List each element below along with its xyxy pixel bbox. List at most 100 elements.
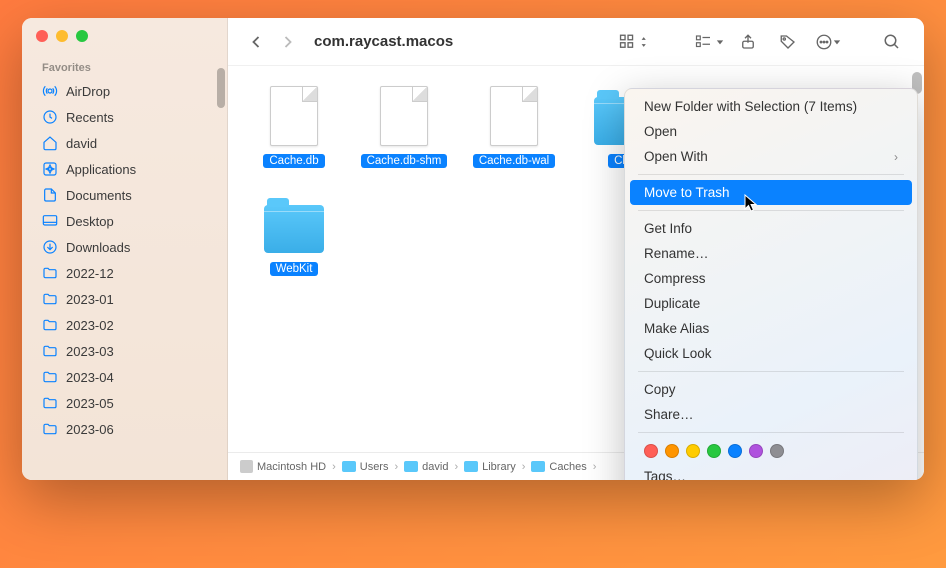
tag-color-dot[interactable]	[728, 444, 742, 458]
doc-icon	[42, 187, 58, 203]
sidebar-item-2023-05[interactable]: 2023-05	[22, 390, 227, 416]
file-item[interactable]: Cache.db	[250, 82, 338, 168]
menu-separator	[638, 432, 904, 433]
folder-icon	[264, 205, 324, 253]
menu-item-open[interactable]: Open	[630, 119, 912, 144]
menu-separator	[638, 371, 904, 372]
path-crumb[interactable]: Macintosh HD	[240, 460, 326, 473]
document-icon	[270, 86, 318, 146]
document-icon	[380, 86, 428, 146]
menu-item-make-alias[interactable]: Make Alias	[630, 316, 912, 341]
home-icon	[42, 135, 58, 151]
menu-item-label: Open With	[644, 149, 708, 164]
menu-item-label: Compress	[644, 271, 706, 286]
airdrop-icon	[42, 83, 58, 99]
sidebar-item-label: Desktop	[66, 214, 114, 229]
sidebar-item-2022-12[interactable]: 2022-12	[22, 260, 227, 286]
context-menu: New Folder with Selection (7 Items) Open O…	[624, 88, 918, 480]
sidebar-item-label: AirDrop	[66, 84, 110, 99]
tag-color-dot[interactable]	[665, 444, 679, 458]
sidebar-item-2023-02[interactable]: 2023-02	[22, 312, 227, 338]
folder-icon	[42, 421, 58, 437]
sidebar-item-2023-03[interactable]: 2023-03	[22, 338, 227, 364]
path-crumb[interactable]: Users	[342, 461, 389, 473]
sidebar-item-label: 2023-03	[66, 344, 114, 359]
menu-item-copy[interactable]: Copy	[630, 377, 912, 402]
minimize-button[interactable]	[56, 30, 68, 42]
menu-item-tags[interactable]: Tags…	[630, 464, 912, 480]
share-icon[interactable]	[732, 30, 764, 54]
menu-item-label: Rename…	[644, 246, 709, 261]
sidebar-item-2023-01[interactable]: 2023-01	[22, 286, 227, 312]
back-button[interactable]	[244, 30, 268, 54]
sidebar-item-applications[interactable]: Applications	[22, 156, 227, 182]
toolbar: com.raycast.macos	[228, 18, 924, 66]
sidebar-item-downloads[interactable]: Downloads	[22, 234, 227, 260]
menu-item-share[interactable]: Share…	[630, 402, 912, 427]
sidebar-item-label: Applications	[66, 162, 136, 177]
menu-item-label: Open	[644, 124, 677, 139]
disk-icon	[240, 460, 253, 473]
menu-item-rename[interactable]: Rename…	[630, 241, 912, 266]
tag-icon[interactable]	[772, 30, 804, 54]
path-crumb[interactable]: david	[404, 461, 448, 473]
menu-item-new-folder-with-selection-7-items[interactable]: New Folder with Selection (7 Items)	[630, 94, 912, 119]
folder-icon	[531, 461, 545, 472]
path-crumb[interactable]: Library	[464, 461, 516, 473]
tag-color-dot[interactable]	[707, 444, 721, 458]
sidebar-item-2023-06[interactable]: 2023-06	[22, 416, 227, 442]
sidebar-item-label: 2023-01	[66, 292, 114, 307]
sidebar-scrollbar[interactable]	[217, 68, 225, 108]
tag-color-dot[interactable]	[749, 444, 763, 458]
sidebar-item-label: 2022-12	[66, 266, 114, 281]
menu-item-label: New Folder with Selection (7 Items)	[644, 99, 857, 114]
maximize-button[interactable]	[76, 30, 88, 42]
folder-icon	[42, 395, 58, 411]
sidebar-item-2023-04[interactable]: 2023-04	[22, 364, 227, 390]
sidebar-item-label: 2023-02	[66, 318, 114, 333]
file-label: WebKit	[270, 262, 319, 276]
finder-window: Favorites AirDropRecentsdavidApplication…	[22, 18, 924, 480]
sidebar-item-airdrop[interactable]: AirDrop	[22, 78, 227, 104]
window-title: com.raycast.macos	[314, 33, 453, 50]
sidebar-item-label: Downloads	[66, 240, 130, 255]
folder-icon	[342, 461, 356, 472]
menu-item-label: Make Alias	[644, 321, 709, 336]
menu-item-label: Duplicate	[644, 296, 700, 311]
menu-item-compress[interactable]: Compress	[630, 266, 912, 291]
close-button[interactable]	[36, 30, 48, 42]
file-item[interactable]: WebKit	[250, 190, 338, 276]
view-grid-icon[interactable]	[616, 30, 648, 54]
sidebar-item-desktop[interactable]: Desktop	[22, 208, 227, 234]
sidebar: Favorites AirDropRecentsdavidApplication…	[22, 18, 228, 480]
tag-color-dot[interactable]	[770, 444, 784, 458]
menu-separator	[638, 174, 904, 175]
menu-item-open-with[interactable]: Open With›	[630, 144, 912, 169]
menu-item-label: Share…	[644, 407, 694, 422]
sidebar-item-label: 2023-06	[66, 422, 114, 437]
sidebar-item-david[interactable]: david	[22, 130, 227, 156]
menu-item-label: Get Info	[644, 221, 692, 236]
tag-color-row	[630, 438, 912, 464]
file-item[interactable]: Cache.db-wal	[470, 82, 558, 168]
file-item[interactable]: Cache.db-shm	[360, 82, 448, 168]
menu-item-quick-look[interactable]: Quick Look	[630, 341, 912, 366]
tag-color-dot[interactable]	[686, 444, 700, 458]
file-label: Cache.db-wal	[473, 154, 555, 168]
group-icon[interactable]	[692, 30, 724, 54]
menu-item-duplicate[interactable]: Duplicate	[630, 291, 912, 316]
folder-icon	[42, 291, 58, 307]
path-crumb[interactable]: Caches	[531, 461, 586, 473]
sidebar-item-documents[interactable]: Documents	[22, 182, 227, 208]
traffic-lights	[22, 26, 227, 56]
file-label: Cache.db	[263, 154, 324, 168]
tag-color-dot[interactable]	[644, 444, 658, 458]
menu-item-move-to-trash[interactable]: Move to Trash	[630, 180, 912, 205]
menu-item-get-info[interactable]: Get Info	[630, 216, 912, 241]
forward-button[interactable]	[276, 30, 300, 54]
search-icon[interactable]	[876, 30, 908, 54]
more-icon[interactable]	[812, 30, 844, 54]
folder-icon	[404, 461, 418, 472]
sidebar-item-recents[interactable]: Recents	[22, 104, 227, 130]
menu-item-label: Tags…	[644, 469, 686, 480]
